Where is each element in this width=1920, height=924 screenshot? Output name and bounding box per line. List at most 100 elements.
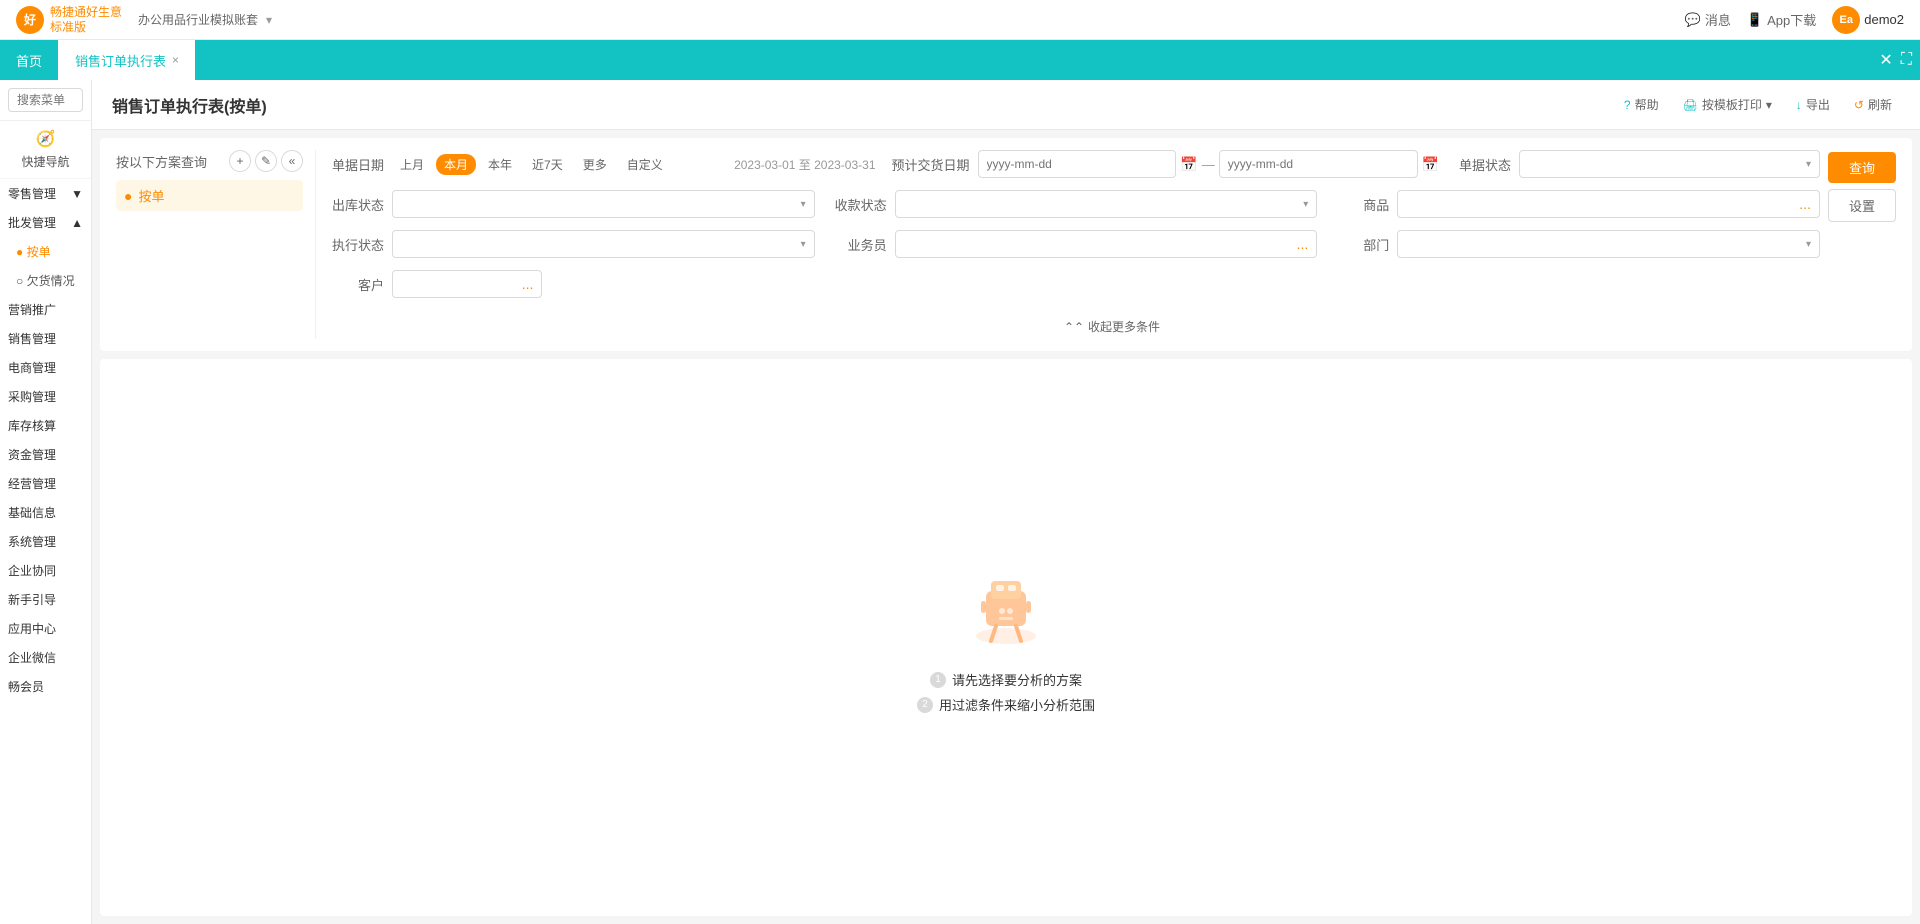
calendar-start-icon[interactable]: 📅 [1180, 156, 1197, 173]
empty-illustration [961, 561, 1051, 654]
close-window-icon[interactable]: ✕ [1879, 50, 1892, 70]
exec-status-select[interactable]: ▾ [392, 230, 815, 258]
sidebar-item-purchase[interactable]: 采购管理 [0, 382, 91, 411]
sidebar: 🧭 快捷导航 零售管理 ▼ 批发管理 ▲ ● 按单 ○ 欠货情况 营销推广 销售… [0, 80, 92, 924]
collection-status-select[interactable]: ▾ [895, 190, 1318, 218]
sidebar-item-newbie[interactable]: 新手引导 [0, 585, 91, 614]
sidebar-item-quick-nav[interactable]: 🧭 快捷导航 [0, 121, 91, 179]
delivery-date-start-input[interactable] [978, 150, 1177, 178]
sidebar-item-order[interactable]: ● 按单 [0, 237, 91, 266]
exec-status-dropdown-icon: ▾ [801, 239, 806, 250]
search-input[interactable] [8, 88, 83, 112]
sidebar-item-finance[interactable]: 资金管理 [0, 440, 91, 469]
logo-icon: 好 [16, 6, 44, 34]
scheme-edit-button[interactable]: ✎ [255, 150, 277, 172]
delivery-date-range: 📅 — 📅 [978, 150, 1439, 178]
delivery-status-label: 出库状态 [328, 195, 384, 214]
export-button[interactable]: ↓ 导出 [1788, 92, 1838, 117]
quick-nav-icon: 🧭 [36, 129, 56, 149]
sidebar-item-inventory-status[interactable]: ○ 欠货情况 [0, 266, 91, 295]
filter-panel: 按以下方案查询 + ✎ « [100, 138, 1912, 351]
maximize-icon[interactable]: ⛶ [1901, 51, 1912, 69]
goods-label: 商品 [1333, 195, 1389, 214]
delivery-status-select[interactable]: ▾ [392, 190, 815, 218]
user-area[interactable]: Ea demo2 [1832, 6, 1904, 34]
app-download-button[interactable]: 📱 App下载 [1747, 10, 1816, 29]
goods-select[interactable]: ... [1397, 190, 1820, 218]
scheme-header: 按以下方案查询 + ✎ « [116, 150, 303, 172]
date-range-text: 2023-03-01 至 2023-03-31 [734, 156, 875, 173]
filter-exec-status-item: 执行状态 ▾ [328, 230, 815, 258]
filter-goods-item: 商品 ... [1333, 190, 1820, 218]
scheme-list: ● 按单 [116, 180, 303, 211]
chevron-up-icon: ▲ [71, 216, 83, 230]
print-button[interactable]: 🖨 按模板打印 ▾ [1675, 92, 1780, 117]
breadcrumb-arrow[interactable]: ▾ [266, 13, 272, 27]
inventory-status-icon: ○ [16, 274, 23, 288]
filter-row-4: 客户 ... [328, 270, 1820, 298]
sidebar-search-area [0, 80, 91, 121]
tab-bar-right: ✕ ⛶ [1879, 50, 1920, 70]
department-select[interactable]: ▾ [1397, 230, 1820, 258]
filter-order-status-item: 单据状态 ▾ [1455, 150, 1820, 178]
collapse-icon: « [289, 154, 296, 168]
scheme-list-item-order[interactable]: ● 按单 [116, 180, 303, 211]
sidebar-item-vip[interactable]: 畅会员 [0, 672, 91, 701]
date-btn-this-month[interactable]: 本月 [436, 154, 476, 175]
sidebar-item-marketing[interactable]: 营销推广 [0, 295, 91, 324]
salesperson-select[interactable]: ... [895, 230, 1318, 258]
customer-select[interactable]: ... [392, 270, 542, 298]
date-btn-more[interactable]: 更多 [575, 154, 615, 175]
sidebar-item-appstore[interactable]: 应用中心 [0, 614, 91, 643]
empty-step-2: 2 用过滤条件来缩小分析范围 [917, 695, 1095, 714]
sidebar-item-enterprise[interactable]: 企业协同 [0, 556, 91, 585]
page-header: 销售订单执行表(按单) ? 帮助 🖨 按模板打印 ▾ ↓ 导出 ↺ 刷新 [92, 80, 1920, 130]
main-layout: 🧭 快捷导航 零售管理 ▼ 批发管理 ▲ ● 按单 ○ 欠货情况 营销推广 销售… [0, 80, 1920, 924]
scheme-collapse-button[interactable]: « [281, 150, 303, 172]
sidebar-item-inventory[interactable]: 库存核算 [0, 411, 91, 440]
sidebar-item-retail[interactable]: 零售管理 ▼ [0, 179, 91, 208]
filter-department-item: 部门 ▾ [1333, 230, 1820, 258]
sidebar-item-wechat[interactable]: 企业微信 [0, 643, 91, 672]
sidebar-item-basic[interactable]: 基础信息 [0, 498, 91, 527]
order-status-label: 单据状态 [1455, 155, 1511, 174]
message-icon: 💬 [1685, 12, 1701, 28]
order-status-select[interactable]: ▾ [1519, 150, 1820, 178]
date-quick-buttons: 上月 本月 本年 近7天 更多 自定义 [392, 154, 671, 175]
sidebar-item-system[interactable]: 系统管理 [0, 527, 91, 556]
date-btn-this-year[interactable]: 本年 [480, 154, 520, 175]
scheme-panel: 按以下方案查询 + ✎ « [116, 150, 316, 339]
sidebar-item-wholesale[interactable]: 批发管理 ▲ [0, 208, 91, 237]
delivery-date-label: 预计交货日期 [892, 155, 970, 174]
refresh-button[interactable]: ↺ 刷新 [1846, 92, 1900, 117]
collapse-up-icon: ⌃⌃ [1064, 320, 1084, 334]
tab-sales-order[interactable]: 销售订单执行表 × [58, 40, 195, 80]
filter-conditions: 单据日期 上月 本月 本年 近7天 更多 自定义 [316, 150, 1896, 339]
query-button[interactable]: 查询 [1828, 152, 1896, 183]
collapse-row: ⌃⌃ 收起更多条件 [328, 310, 1896, 339]
date-btn-last-7-days[interactable]: 近7天 [524, 154, 571, 175]
avatar: Ea [1832, 6, 1860, 34]
scheme-add-button[interactable]: + [229, 150, 251, 172]
collection-status-dropdown-icon: ▾ [1303, 199, 1308, 210]
add-icon: + [236, 154, 243, 168]
tab-home[interactable]: 首页 [0, 40, 58, 80]
sidebar-item-operations[interactable]: 经营管理 [0, 469, 91, 498]
sidebar-item-ecommerce[interactable]: 电商管理 [0, 353, 91, 382]
tab-close-icon[interactable]: × [172, 53, 179, 67]
reset-button[interactable]: 设置 [1828, 189, 1896, 222]
collapse-button[interactable]: ⌃⌃ 收起更多条件 [1052, 314, 1172, 339]
date-btn-custom[interactable]: 自定义 [619, 154, 671, 175]
calendar-end-icon[interactable]: 📅 [1422, 156, 1439, 173]
empty-step-1: 1 请先选择要分析的方案 [930, 670, 1082, 689]
help-button[interactable]: ? 帮助 [1616, 92, 1667, 117]
date-btn-last-month[interactable]: 上月 [392, 154, 432, 175]
sidebar-item-sales[interactable]: 销售管理 [0, 324, 91, 353]
query-reset-area: 查询 设置 [1828, 150, 1896, 222]
salesperson-more-icon: ... [1297, 236, 1309, 252]
print-dropdown-icon: ▾ [1766, 98, 1772, 112]
delivery-date-end-input[interactable] [1219, 150, 1418, 178]
download-icon: 📱 [1747, 12, 1763, 28]
message-button[interactable]: 💬 消息 [1685, 10, 1731, 29]
collection-status-label: 收款状态 [831, 195, 887, 214]
